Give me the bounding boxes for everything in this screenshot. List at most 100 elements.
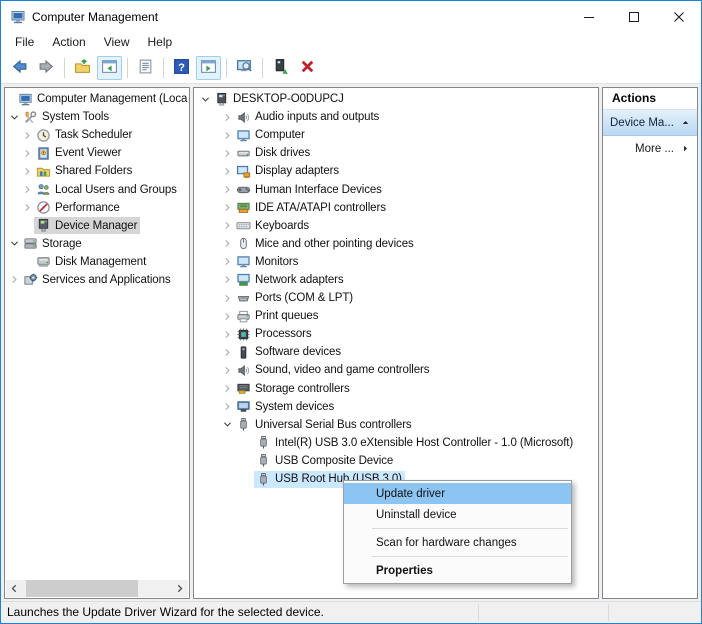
chevron-collapsed-icon[interactable] [221,400,234,413]
minimize-button[interactable] [566,1,611,32]
menu-view[interactable]: View [95,33,139,51]
action-section-device-ma[interactable]: Device Ma... [603,110,697,136]
menu-help[interactable]: Help [139,33,182,51]
display-adapter-icon [235,163,251,179]
device-item-human-interface-devices[interactable]: Human Interface Devices [195,180,597,198]
device-item-ports-com-lpt[interactable]: Ports (COM & LPT) [195,289,597,307]
properties-button[interactable] [133,56,158,80]
action-section-more[interactable]: More ... [603,136,697,161]
console-item-system-tools[interactable]: System Tools [6,108,188,126]
chevron-collapsed-icon[interactable] [221,129,234,142]
device-item-software-devices[interactable]: Software devices [195,343,597,361]
chevron-collapsed-icon[interactable] [221,273,234,286]
help-button[interactable]: ? [169,56,194,80]
context-menu-separator [372,528,568,529]
console-item-event-viewer[interactable]: Event Viewer [6,144,188,162]
device-item-print-queues[interactable]: Print queues [195,307,597,325]
context-uninstall-device[interactable]: Uninstall device [344,504,571,525]
system-device-icon [235,399,251,415]
scrollbar-track[interactable] [23,580,171,597]
chevron-collapsed-icon[interactable] [221,147,234,160]
console-item-services-and-applications[interactable]: Services and Applications [6,271,188,289]
back-button[interactable] [7,56,32,80]
device-item-desktop-o0dupcj[interactable]: DESKTOP-O0DUPCJ [195,90,597,108]
device-item-display-adapters[interactable]: Display adapters [195,162,597,180]
device-item-system-devices[interactable]: System devices [195,398,597,416]
chevron-collapsed-icon[interactable] [221,111,234,124]
console-item-storage[interactable]: Storage [6,235,188,253]
context-scan-for-hardware-changes[interactable]: Scan for hardware changes [344,532,571,553]
scrollbar-thumb[interactable] [26,580,138,597]
scroll-right-arrow-icon[interactable] [171,580,188,597]
export-list-button[interactable] [70,56,95,80]
triangle-up-icon[interactable] [681,118,690,127]
device-item-ide-ata-atapi-controllers[interactable]: IDE ATA/ATAPI controllers [195,199,597,217]
uninstall-tool-button[interactable] [295,56,320,80]
chevron-collapsed-icon[interactable] [221,201,234,214]
chevron-collapsed-icon[interactable] [221,165,234,178]
chevron-expanded-icon[interactable] [8,237,21,250]
device-item-processors[interactable]: Processors [195,325,597,343]
console-item-disk-management[interactable]: Disk Management [6,253,188,271]
popup-window-button[interactable] [232,56,257,80]
chevron-collapsed-icon[interactable] [221,328,234,341]
chevron-collapsed-icon[interactable] [21,183,34,196]
chevron-expanded-icon[interactable] [221,418,234,431]
chevron-collapsed-icon[interactable] [21,165,34,178]
context-update-driver[interactable]: Update driver [344,483,571,504]
chevron-collapsed-icon[interactable] [221,382,234,395]
console-item-shared-folders[interactable]: Shared Folders [6,162,188,180]
console-item-task-scheduler[interactable]: Task Scheduler [6,126,188,144]
chevron-collapsed-icon[interactable] [221,310,234,323]
chevron-expanded-icon[interactable] [8,111,21,124]
console-item-performance[interactable]: Performance [6,199,188,217]
device-item-mice-and-other-pointing-devices[interactable]: Mice and other pointing devices [195,235,597,253]
device-item-monitors[interactable]: Monitors [195,253,597,271]
back-arrow-icon [11,58,28,78]
device-item-keyboards[interactable]: Keyboards [195,217,597,235]
chevron-collapsed-icon[interactable] [8,273,21,286]
tree-item-label: Network adapters [255,274,344,286]
scroll-left-arrow-icon[interactable] [6,580,23,597]
device-item-intel-r-usb-3-0-extensible-host-controller-1-0-microsoft[interactable]: Intel(R) USB 3.0 eXtensible Host Control… [195,434,597,452]
chevron-collapsed-icon[interactable] [21,201,34,214]
chevron-expanded-icon[interactable] [199,93,212,106]
chevron-collapsed-icon[interactable] [221,346,234,359]
chevron-collapsed-icon[interactable] [21,129,34,142]
show-console-tree-button[interactable] [97,56,122,80]
maximize-button[interactable] [611,1,656,32]
device-item-storage-controllers[interactable]: Storage controllers [195,380,597,398]
update-driver-tool-button[interactable] [268,56,293,80]
tree-item-label: Shared Folders [55,165,132,177]
device-item-usb-composite-device[interactable]: USB Composite Device [195,452,597,470]
tree-item-content: Shared Folders [34,163,135,180]
chevron-collapsed-icon[interactable] [221,292,234,305]
console-item-local-users-and-groups[interactable]: Local Users and Groups [6,180,188,198]
chevron-collapsed-icon[interactable] [221,237,234,250]
device-item-sound-video-and-game-controllers[interactable]: Sound, video and game controllers [195,361,597,379]
console-item-device-manager[interactable]: Device Manager [6,217,188,235]
context-properties[interactable]: Properties [344,560,571,581]
chevron-collapsed-icon[interactable] [221,364,234,377]
horizontal-scrollbar[interactable] [6,580,188,597]
toolbar-separator [127,58,128,78]
show-action-pane-button[interactable] [196,56,221,80]
device-item-computer[interactable]: Computer [195,126,597,144]
forward-button[interactable] [34,56,59,80]
triangle-right-icon[interactable] [681,144,690,153]
titlebar: Computer Management [1,1,701,32]
mouse-icon [235,236,251,252]
device-item-audio-inputs-and-outputs[interactable]: Audio inputs and outputs [195,108,597,126]
console-item-computer-management-local[interactable]: Computer Management (Local) [6,90,188,108]
device-item-disk-drives[interactable]: Disk drives [195,144,597,162]
chevron-collapsed-icon[interactable] [221,255,234,268]
device-item-universal-serial-bus-controllers[interactable]: Universal Serial Bus controllers [195,416,597,434]
close-button[interactable] [656,1,701,32]
chevron-collapsed-icon[interactable] [21,147,34,160]
chevron-collapsed-icon[interactable] [221,183,234,196]
menu-action[interactable]: Action [43,33,94,51]
chevron-collapsed-icon[interactable] [221,219,234,232]
menu-file[interactable]: File [6,33,43,51]
status-divider [478,604,479,621]
device-item-network-adapters[interactable]: Network adapters [195,271,597,289]
